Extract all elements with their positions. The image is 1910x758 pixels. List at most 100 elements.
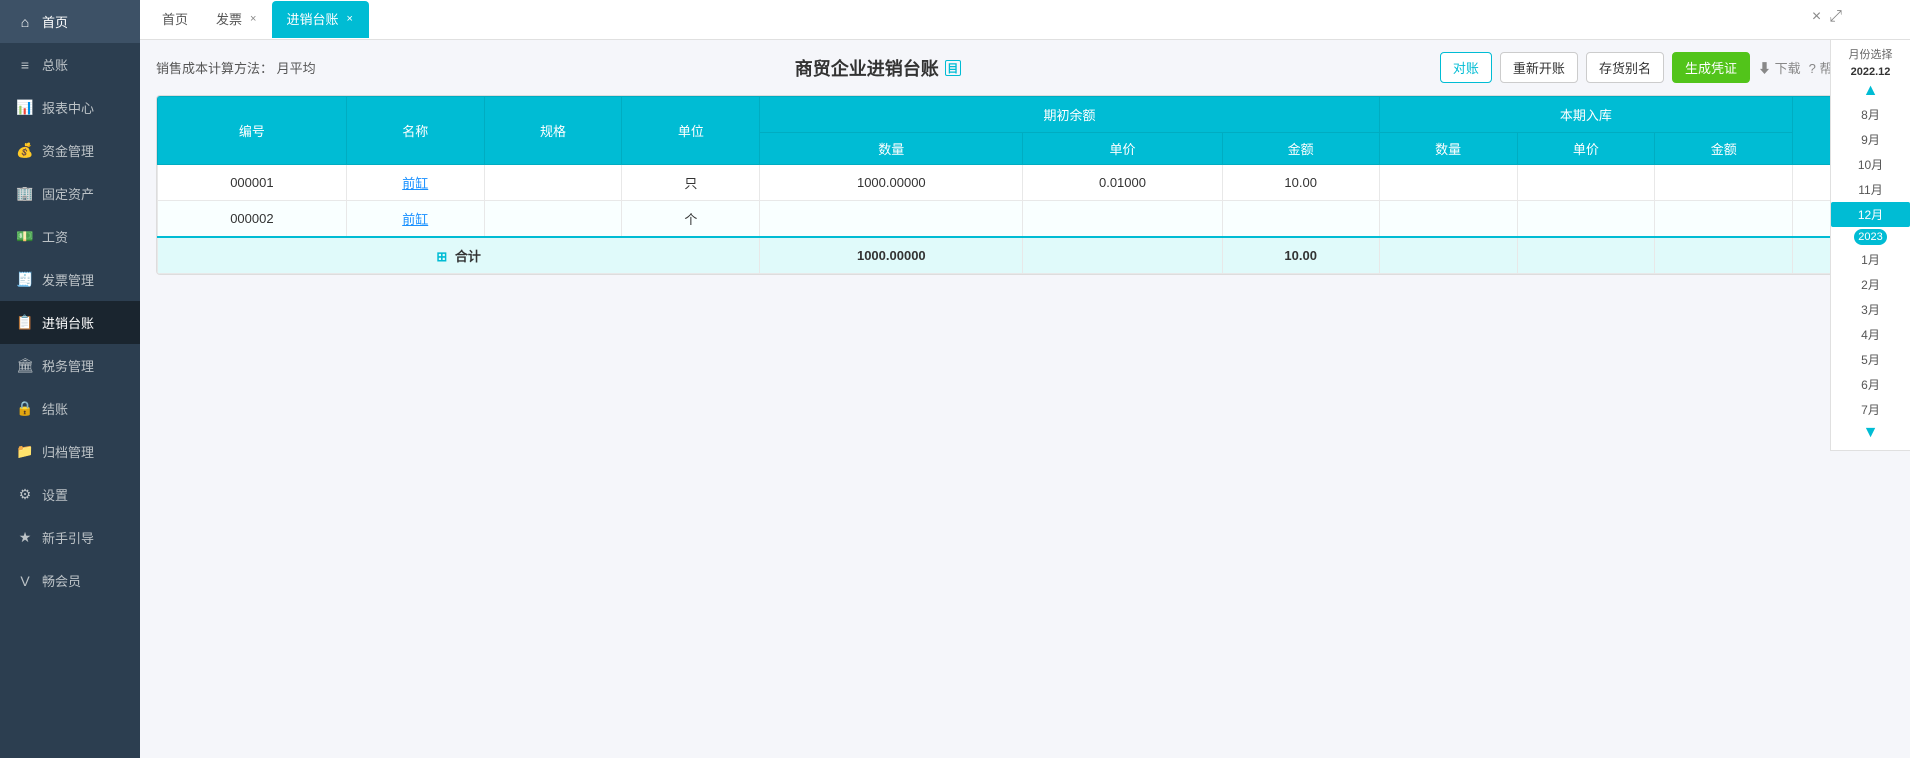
invoice-mgmt-icon: 🧾 [16,271,34,288]
sidebar-item-label: 新手引导 [42,528,94,547]
purchase-sales-icon: 📋 [16,314,34,331]
reconcile-button[interactable]: 对账 [1440,52,1492,83]
row1-spec [484,165,622,201]
total-row: ⊞ 合计 1000.00000 10.00 [158,237,1893,274]
total-label: ⊞ 合计 [158,237,760,274]
col-opening-amount: 金额 [1222,133,1379,165]
month-6[interactable]: 6月 [1831,372,1910,397]
sidebar-item-label: 资金管理 [42,141,94,160]
month-10[interactable]: 10月 [1831,152,1910,177]
home-icon: ⌂ [16,14,34,30]
settings-icon: ⚙ [16,486,34,503]
tab-invoice[interactable]: 发票 × [202,1,272,38]
guide-icon: ★ [16,529,34,546]
total-opening-price [1023,237,1222,274]
reopen-button[interactable]: 重新开账 [1500,52,1578,83]
window-close-button[interactable]: × [1812,8,1821,26]
col-in-price: 单价 [1517,133,1655,165]
sidebar-item-label: 报表中心 [42,98,94,117]
member-icon: V [16,573,34,589]
ledger-icon: ≡ [16,57,34,73]
month-4[interactable]: 4月 [1831,322,1910,347]
cost-method-label: 销售成本计算方法： [156,61,273,76]
content-area: 销售成本计算方法： 月平均 商贸企业进销台账 目 对账 重新开账 存货别名 生成… [140,40,1910,758]
row1-in-qty [1379,165,1517,201]
row2-name[interactable]: 前缸 [346,201,484,238]
row1-in-amount [1655,165,1793,201]
col-opening-balance-group: 期初余额 [760,97,1379,133]
sidebar-item-invoice-mgmt[interactable]: 🧾 发票管理 [0,258,140,301]
salary-icon: 💵 [16,228,34,245]
month-panel: 月份选择 2022.12 ▲ 8月 9月 10月 11月 12月 2023 1月… [1830,40,1910,451]
download-icon[interactable]: ⬇ 下载 [1758,58,1801,77]
col-in-amount: 金额 [1655,133,1793,165]
month-5[interactable]: 5月 [1831,347,1910,372]
scroll-up-arrow[interactable]: ▲ [1861,80,1881,102]
sidebar-item-label: 设置 [42,485,68,504]
tab-invoice-close[interactable]: × [248,13,258,25]
save-alias-button[interactable]: 存货别名 [1586,52,1664,83]
row2-code: 000002 [158,201,347,238]
tax-icon: 🏛 [16,357,34,374]
sidebar-item-label: 归档管理 [42,442,94,461]
sidebar-item-salary[interactable]: 💵 工资 [0,215,140,258]
month-12[interactable]: 12月 [1831,202,1910,227]
sidebar-item-reports[interactable]: 📊 报表中心 [0,86,140,129]
window-controls: × ⤢ [1804,0,1850,34]
row1-opening-qty: 1000.00000 [760,165,1023,201]
archive-icon: 📁 [16,443,34,460]
page-title-area: 商贸企业进销台账 目 [795,55,961,81]
reports-icon: 📊 [16,99,34,116]
tab-bar: 首页 发票 × 进销台账 × [140,0,1910,40]
sidebar-item-home[interactable]: ⌂ 首页 [0,0,140,43]
sidebar-item-member[interactable]: V 畅会员 [0,559,140,602]
sidebar-item-settings[interactable]: ⚙ 设置 [0,473,140,516]
window-maximize-button[interactable]: ⤢ [1829,8,1842,26]
main-table: 编号 名称 规格 单位 期初余额 本期入库 数 数量 单价 金额 数量 单价 [156,95,1894,275]
month-9[interactable]: 9月 [1831,127,1910,152]
tab-home-label: 首页 [162,9,188,28]
row1-unit: 只 [622,165,760,201]
month-8[interactable]: 8月 [1831,102,1910,127]
close-book-icon: 🔒 [16,400,34,417]
sidebar-item-assets[interactable]: 🏢 固定资产 [0,172,140,215]
year-2023-badge: 2023 [1854,229,1886,245]
tab-home[interactable]: 首页 [148,1,202,38]
total-in-amount [1655,237,1793,274]
row1-opening-price: 0.01000 [1023,165,1222,201]
month-2[interactable]: 2月 [1831,272,1910,297]
sidebar-item-tax[interactable]: 🏛 税务管理 [0,344,140,387]
sidebar-item-archive[interactable]: 📁 归档管理 [0,430,140,473]
sidebar-item-label: 首页 [42,12,68,31]
row1-name[interactable]: 前缸 [346,165,484,201]
info-icon[interactable]: 目 [945,60,961,76]
row2-in-qty [1379,201,1517,238]
sidebar-item-funds[interactable]: 💰 资金管理 [0,129,140,172]
month-3[interactable]: 3月 [1831,297,1910,322]
sidebar-item-label: 畅会员 [42,571,81,590]
sidebar-item-close[interactable]: 🔒 结账 [0,387,140,430]
tab-purchase-sales-close[interactable]: × [344,13,354,25]
row2-in-price [1517,201,1655,238]
row1-code: 000001 [158,165,347,201]
sidebar-item-purchase-sales[interactable]: 📋 进销台账 [0,301,140,344]
tab-purchase-sales[interactable]: 进销台账 × [272,1,368,38]
generate-voucher-button[interactable]: 生成凭证 [1672,52,1750,83]
scroll-down-arrow[interactable]: ▼ [1861,422,1881,444]
row2-unit: 个 [622,201,760,238]
sidebar-item-guide[interactable]: ★ 新手引导 [0,516,140,559]
main-area: × ⤢ 首页 发票 × 进销台账 × 销售成本计算方法： 月平均 商贸企业进销台… [140,0,1910,758]
month-1[interactable]: 1月 [1831,247,1910,272]
row1-opening-amount: 10.00 [1222,165,1379,201]
sidebar-item-ledger[interactable]: ≡ 总账 [0,43,140,86]
month-7[interactable]: 7月 [1831,397,1910,422]
col-unit: 单位 [622,97,760,165]
toolbar-row: 销售成本计算方法： 月平均 商贸企业进销台账 目 对账 重新开账 存货别名 生成… [156,52,1894,83]
col-name: 名称 [346,97,484,165]
row2-opening-amount [1222,201,1379,238]
cost-method-value: 月平均 [277,61,316,76]
month-11[interactable]: 11月 [1831,177,1910,202]
sidebar: ⌂ 首页 ≡ 总账 📊 报表中心 💰 资金管理 🏢 固定资产 💵 工资 🧾 发票… [0,0,140,758]
page-title: 商贸企业进销台账 [795,55,939,81]
row2-in-amount [1655,201,1793,238]
